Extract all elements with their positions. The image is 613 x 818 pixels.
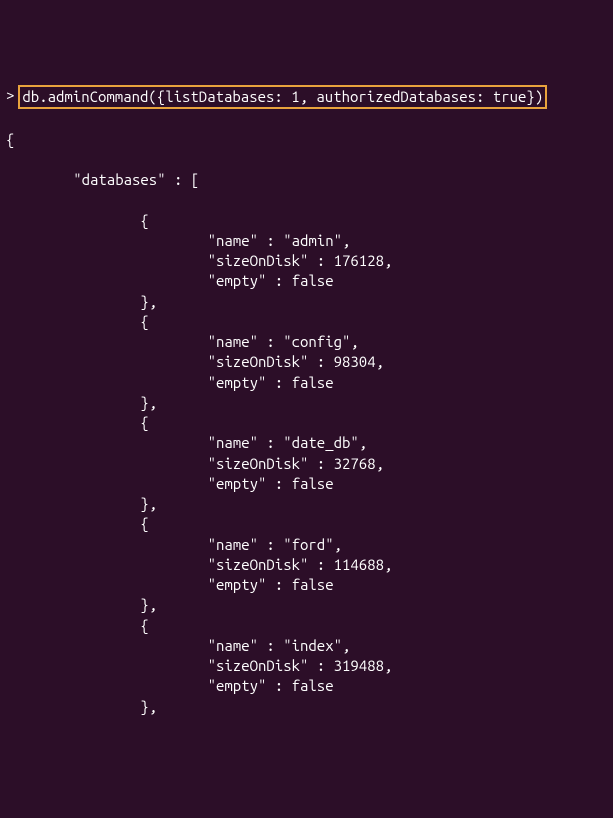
output-line: }, <box>6 697 607 717</box>
output-line: "sizeOnDisk" : 114688, <box>6 555 607 575</box>
output-line: "name" : "index", <box>6 636 607 656</box>
output-line: { <box>6 413 607 433</box>
output-line: }, <box>6 393 607 413</box>
command-text[interactable]: db.adminCommand({listDatabases: 1, autho… <box>22 88 543 105</box>
command-prompt-line: > db.adminCommand({listDatabases: 1, aut… <box>6 85 607 109</box>
output-line: "empty" : false <box>6 271 607 291</box>
output-line: "empty" : false <box>6 676 607 696</box>
output-line: "sizeOnDisk" : 98304, <box>6 352 607 372</box>
output-line: { <box>6 616 607 636</box>
output-line: "name" : "date_db", <box>6 433 607 453</box>
output-line: { <box>6 514 607 534</box>
output-line: }, <box>6 494 607 514</box>
output-entries-container: { "name" : "admin", "sizeOnDisk" : 17612… <box>6 211 607 717</box>
output-line: "sizeOnDisk" : 32768, <box>6 454 607 474</box>
output-line: "empty" : false <box>6 373 607 393</box>
output-line: "empty" : false <box>6 575 607 595</box>
output-line: "name" : "ford", <box>6 535 607 555</box>
output-line: "name" : "config", <box>6 332 607 352</box>
output-line: "name" : "admin", <box>6 231 607 251</box>
output-line: "empty" : false <box>6 474 607 494</box>
output-open-brace: { <box>6 130 607 150</box>
output-line: "sizeOnDisk" : 176128, <box>6 251 607 271</box>
output-line: { <box>6 211 607 231</box>
output-line: "sizeOnDisk" : 319488, <box>6 656 607 676</box>
prompt-symbol: > <box>6 85 14 105</box>
output-line: }, <box>6 595 607 615</box>
output-databases-key: "databases" : [ <box>6 170 607 190</box>
output-line: { <box>6 312 607 332</box>
output-line: }, <box>6 292 607 312</box>
command-highlight-box: db.adminCommand({listDatabases: 1, autho… <box>18 85 547 109</box>
